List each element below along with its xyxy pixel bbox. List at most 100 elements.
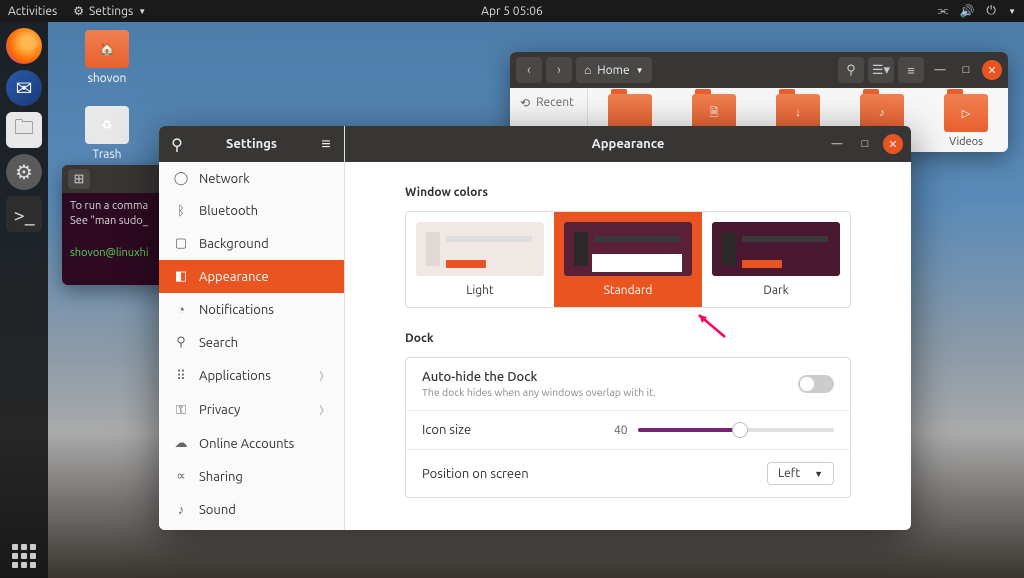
theme-standard[interactable]: Standard <box>554 212 702 307</box>
sidebar-item-search[interactable]: ⚲Search <box>159 326 344 359</box>
path-label: Home <box>597 64 629 77</box>
clock[interactable]: Apr 5 05:06 <box>481 5 543 18</box>
theme-preview <box>712 222 840 276</box>
settings-content: Window colors Light Standard Dark Dock <box>345 162 911 530</box>
annotation-arrow <box>697 313 731 347</box>
dock-terminal[interactable]: >_ <box>6 196 42 232</box>
dock: ✉ 🗀 ⚙ >_ <box>0 22 48 578</box>
autohide-sublabel: The dock hides when any windows overlap … <box>422 386 798 398</box>
theme-dark[interactable]: Dark <box>702 212 850 307</box>
settings-main: Appearance — □ ✕ Window colors Light Sta… <box>345 126 911 530</box>
sidebar-item-label: Bluetooth <box>199 204 258 218</box>
sidebar-item-background[interactable]: ▢Background <box>159 227 344 260</box>
settings-main-header: Appearance — □ ✕ <box>345 126 911 162</box>
terminal-prompt: shovon@linuxhi <box>70 247 149 259</box>
gear-icon: ⚙ <box>73 4 84 18</box>
dock-files[interactable]: 🗀 <box>6 112 42 148</box>
theme-label: Standard <box>604 284 653 297</box>
bluetooth-icon: ᛒ <box>173 204 189 218</box>
desktop-trash[interactable]: ♻ Trash <box>75 106 139 161</box>
close-button[interactable]: ✕ <box>883 134 903 154</box>
folder-icon: ▷ <box>944 94 988 132</box>
forward-button[interactable]: › <box>546 57 572 83</box>
iconsize-label: Icon size <box>422 423 614 437</box>
position-label: Position on screen <box>422 467 767 481</box>
app-menu[interactable]: ⚙ Settings ▼ <box>73 4 146 18</box>
sidebar-item-notifications[interactable]: ◔Notifications <box>159 293 344 326</box>
app-menu-label: Settings <box>89 5 133 18</box>
folder-item[interactable]: ▷ Videos <box>944 94 988 146</box>
sidebar-recent[interactable]: Recent <box>536 96 574 109</box>
theme-preview <box>416 222 544 276</box>
network-icon[interactable]: ⫘ <box>936 4 950 18</box>
settings-window: ⚲ Settings ≡ ◯ Network ᛒ Bluetooth ▢Backgr… <box>159 126 911 530</box>
sidebar-item-network[interactable]: ◯ Network <box>159 162 344 195</box>
autohide-switch[interactable] <box>798 375 834 393</box>
theme-preview <box>564 222 692 276</box>
sidebar-item-privacy[interactable]: ⚿ Privacy 〉 <box>159 393 344 427</box>
appearance-icon: ◧ <box>173 269 189 284</box>
main-title: Appearance <box>592 137 665 151</box>
sidebar-item-label: Online Accounts <box>199 437 294 451</box>
iconsize-slider[interactable] <box>638 428 834 432</box>
activities-button[interactable]: Activities <box>8 5 57 18</box>
dock-thunderbird[interactable]: ✉ <box>6 70 42 106</box>
path-bar[interactable]: ⌂ Home ▼ <box>576 57 652 83</box>
cloud-icon: ☁ <box>173 436 189 451</box>
theme-light[interactable]: Light <box>406 212 554 307</box>
chevron-down-icon: ▼ <box>814 469 823 479</box>
hamburger-button[interactable]: ≡ <box>308 135 344 154</box>
show-applications-button[interactable] <box>12 544 36 568</box>
desktop-home-folder[interactable]: 🏠 shovon <box>75 30 139 85</box>
row-iconsize: Icon size 40 <box>406 411 850 450</box>
sidebar-title: Settings <box>195 137 308 151</box>
power-icon[interactable]: ⏻ <box>984 4 998 18</box>
dock-settings[interactable]: ⚙ <box>6 154 42 190</box>
sidebar-item-bluetooth[interactable]: ᛒ Bluetooth <box>159 195 344 227</box>
maximize-button[interactable]: □ <box>956 60 976 80</box>
search-button[interactable]: ⚲ <box>159 135 195 154</box>
hamburger-button[interactable]: ≡ <box>898 57 924 83</box>
chevron-down-icon: ▼ <box>636 66 644 75</box>
position-select[interactable]: Left ▼ <box>767 462 834 485</box>
files-headerbar: ‹ › ⌂ Home ▼ ⚲ ☰▾ ≡ — □ ✕ <box>510 52 1008 88</box>
apps-icon: ⠿ <box>173 369 189 384</box>
row-autohide: Auto-hide the Dock The dock hides when a… <box>406 358 850 411</box>
close-button[interactable]: ✕ <box>982 60 1002 80</box>
row-position: Position on screen Left ▼ <box>406 450 850 497</box>
maximize-button[interactable]: □ <box>855 134 875 154</box>
chevron-down-icon[interactable]: ▼ <box>1008 7 1016 16</box>
theme-label: Dark <box>763 284 788 297</box>
search-button[interactable]: ⚲ <box>838 57 864 83</box>
dock-firefox[interactable] <box>6 28 42 64</box>
chevron-right-icon: 〉 <box>319 402 330 418</box>
lock-icon: ⚿ <box>173 403 189 418</box>
sidebar-item-label: Privacy <box>199 403 240 417</box>
settings-sidebar-header: ⚲ Settings ≡ <box>159 126 344 162</box>
section-title-dock: Dock <box>405 332 851 345</box>
desktop-icon-label: shovon <box>75 72 139 85</box>
folder-label: Videos <box>944 136 988 148</box>
minimize-button[interactable]: — <box>930 60 950 80</box>
sidebar-item-applications[interactable]: ⠿Applications〉 <box>159 359 344 393</box>
autohide-label: Auto-hide the Dock <box>422 370 798 384</box>
volume-icon[interactable]: 🔊 <box>960 4 974 18</box>
sidebar-item-online-accounts[interactable]: ☁ Online Accounts <box>159 427 344 460</box>
view-list-button[interactable]: ☰▾ <box>868 57 894 83</box>
section-title-window-colors: Window colors <box>405 186 851 199</box>
position-value: Left <box>778 467 800 480</box>
network-icon: ◯ <box>173 171 189 186</box>
sidebar-item-sharing[interactable]: ∝Sharing <box>159 460 344 493</box>
iconsize-value: 40 <box>614 424 628 437</box>
sidebar-item-label: Appearance <box>199 270 269 284</box>
sidebar-item-sound[interactable]: ♪Sound <box>159 493 344 526</box>
sidebar-item-appearance[interactable]: ◧ Appearance <box>159 260 344 293</box>
top-bar: Activities ⚙ Settings ▼ Apr 5 05:06 ⫘ 🔊 … <box>0 0 1024 22</box>
sidebar-item-label: Network <box>199 172 250 186</box>
sidebar-item-label: Sharing <box>199 470 243 484</box>
chevron-down-icon: ▼ <box>138 7 146 16</box>
minimize-button[interactable]: — <box>827 134 847 154</box>
back-button[interactable]: ‹ <box>516 57 542 83</box>
settings-sidebar: ⚲ Settings ≡ ◯ Network ᛒ Bluetooth ▢Backgr… <box>159 126 345 530</box>
new-tab-button[interactable]: ⊞ <box>68 169 90 189</box>
